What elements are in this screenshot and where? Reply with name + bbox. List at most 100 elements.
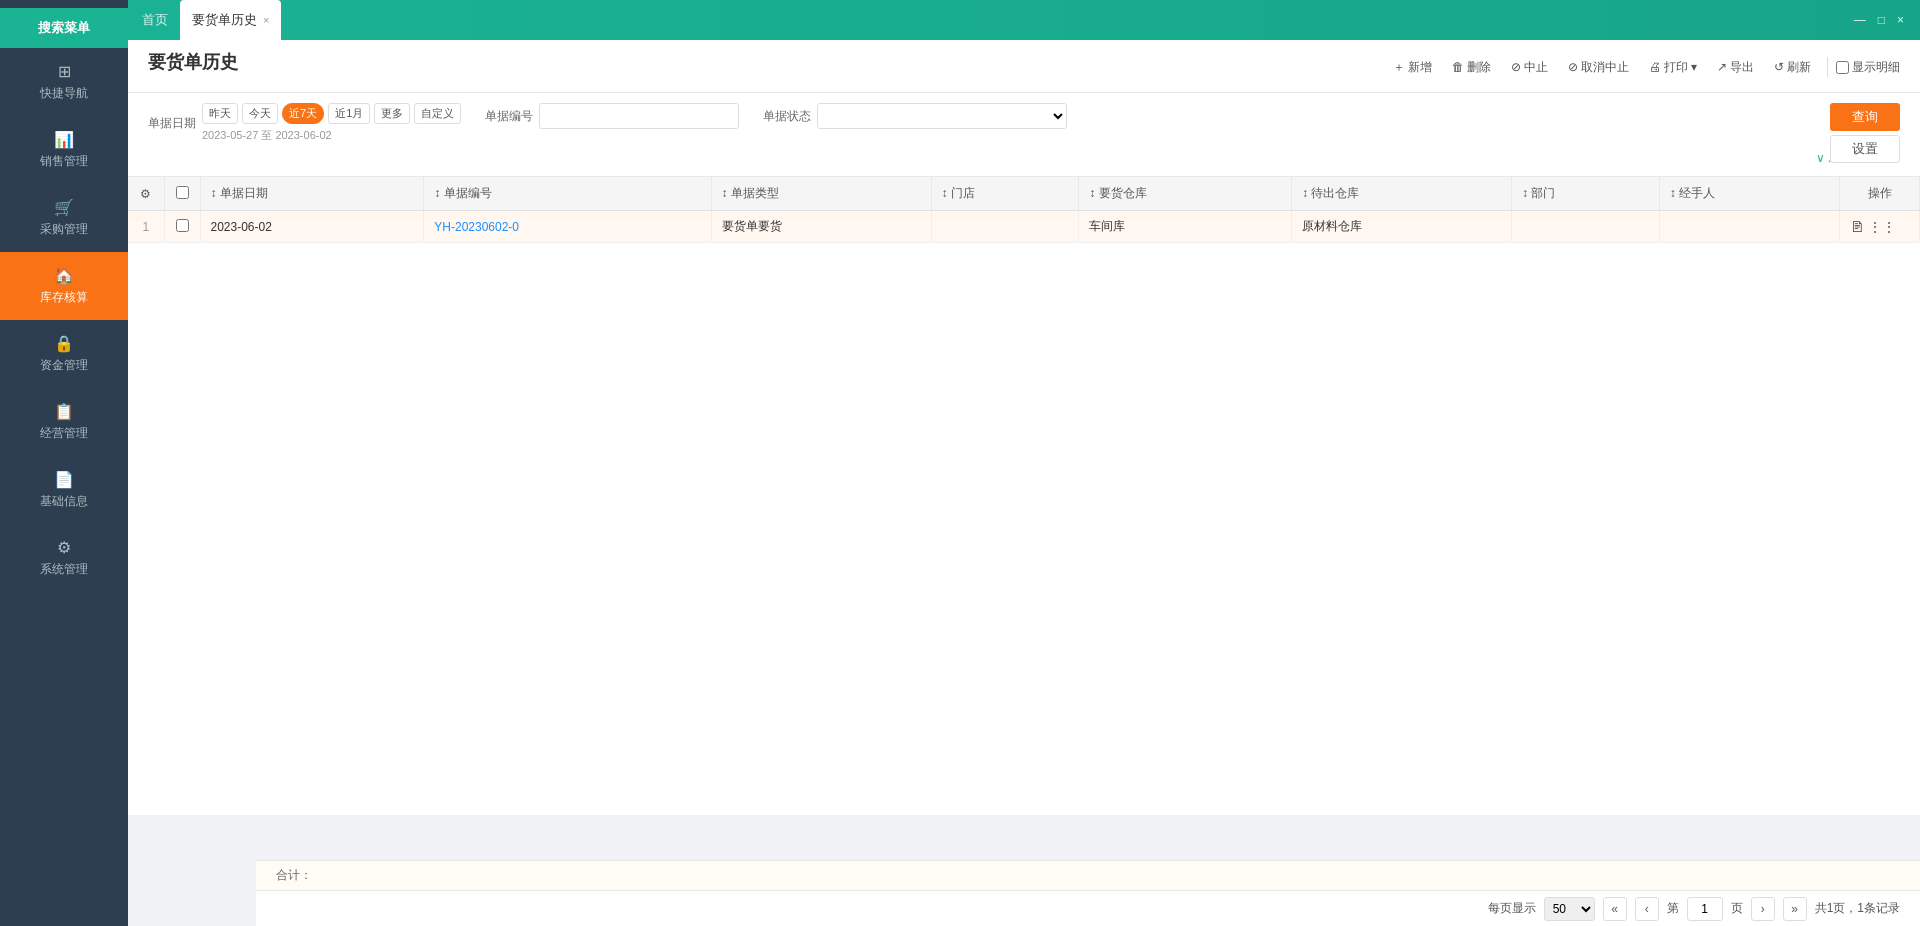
doc-status-filter: 单据状态 [763, 103, 1067, 129]
export-icon: ↗ [1717, 60, 1727, 74]
th-handler[interactable]: ↕ 经手人 [1659, 177, 1839, 211]
doc-status-label: 单据状态 [763, 108, 811, 125]
print-dropdown-icon: ▾ [1691, 60, 1697, 74]
select-all-checkbox[interactable] [176, 186, 189, 199]
tab-home[interactable]: 首页 [130, 0, 180, 40]
delete-button[interactable]: 🗑 删除 [1444, 55, 1499, 80]
sidebar-item-finance[interactable]: 🔒 资金管理 [0, 320, 128, 388]
expand-row: ∨ 展开更多条件 [148, 149, 1900, 166]
sidebar-item-inventory[interactable]: 🏠 库存核算 [0, 252, 128, 320]
delete-label: 删除 [1467, 59, 1491, 76]
tab-requisition-label: 要货单历史 [192, 11, 257, 29]
first-page-button[interactable]: « [1603, 897, 1627, 921]
th-pending-warehouse[interactable]: ↕ 待出仓库 [1292, 177, 1512, 211]
view-icon[interactable]: 🖹 [1850, 219, 1864, 235]
refresh-label: 刷新 [1787, 59, 1811, 76]
th-doc-type[interactable]: ↕ 单据类型 [711, 177, 931, 211]
query-button[interactable]: 查询 [1830, 103, 1900, 131]
tab-requisition-history[interactable]: 要货单历史 × [180, 0, 281, 40]
settings-button[interactable]: 设置 [1830, 135, 1900, 163]
date-btn-custom[interactable]: 自定义 [414, 103, 461, 124]
filter-area: 单据日期 昨天 今天 近7天 近1月 更多 自定义 2023-05-27 至 2… [128, 93, 1920, 177]
th-department[interactable]: ↕ 部门 [1512, 177, 1660, 211]
expand-chevron-icon: ∨ [1816, 151, 1825, 165]
table-container[interactable]: ⚙ ↕ 单据日期 ↕ 单据编号 ↕ 单据类型 ↕ 门店 [128, 177, 1920, 815]
maximize-button[interactable]: □ [1878, 13, 1885, 27]
show-detail-toggle[interactable]: 显示明细 [1836, 59, 1900, 76]
total-label: 合计： [276, 868, 312, 882]
sidebar-item-label: 库存核算 [40, 289, 88, 306]
per-page-select[interactable]: 50 20 100 200 [1544, 897, 1595, 921]
page-header-block: 要货单历史 ＋ 新增 🗑 删除 ⊘ 中止 ⊘ 取消中止 [128, 40, 1920, 93]
sidebar-item-label: 基础信息 [40, 493, 88, 510]
date-btn-1month[interactable]: 近1月 [328, 103, 370, 124]
date-btn-yesterday[interactable]: 昨天 [202, 103, 238, 124]
next-page-button[interactable]: › [1751, 897, 1775, 921]
doc-no-link[interactable]: YH-20230602-0 [434, 220, 519, 234]
sidebar-item-operation[interactable]: 📋 经营管理 [0, 388, 128, 456]
th-checkbox [164, 177, 200, 211]
show-detail-checkbox[interactable] [1836, 61, 1849, 74]
stop-icon: ⊘ [1511, 60, 1521, 74]
sidebar-item-purchase[interactable]: 🛒 采购管理 [0, 184, 128, 252]
export-button[interactable]: ↗ 导出 [1709, 55, 1762, 80]
th-req-warehouse-label: ↕ 要货仓库 [1089, 186, 1146, 200]
cell-doc-type: 要货单要货 [711, 211, 931, 243]
more-ops-icon[interactable]: ⋮⋮ [1868, 219, 1896, 235]
page-of-label: 页 [1731, 900, 1743, 917]
tab-close-icon[interactable]: × [263, 14, 269, 26]
filter-row: 单据日期 昨天 今天 近7天 近1月 更多 自定义 2023-05-27 至 2… [148, 103, 1900, 143]
print-button[interactable]: 🖨 打印 ▾ [1641, 55, 1705, 80]
inventory-icon: 🏠 [54, 266, 74, 285]
last-page-button[interactable]: » [1783, 897, 1807, 921]
sidebar-item-label: 资金管理 [40, 357, 88, 374]
sidebar-item-system[interactable]: ⚙ 系统管理 [0, 524, 128, 592]
total-info: 共1页，1条记录 [1815, 900, 1900, 917]
sidebar-item-label: 销售管理 [40, 153, 88, 170]
search-menu-label: 搜索菜单 [38, 19, 90, 37]
page-label: 第 [1667, 900, 1679, 917]
th-settings[interactable]: ⚙ [128, 177, 164, 211]
cell-index: 1 [128, 211, 164, 243]
page-title: 要货单历史 [148, 50, 238, 74]
cancel-stop-button[interactable]: ⊘ 取消中止 [1560, 55, 1637, 80]
settings-icon[interactable]: ⚙ [140, 187, 151, 201]
sidebar-item-sales[interactable]: 📊 销售管理 [0, 116, 128, 184]
data-table: ⚙ ↕ 单据日期 ↕ 单据编号 ↕ 单据类型 ↕ 门店 [128, 177, 1920, 243]
th-doc-no[interactable]: ↕ 单据编号 [424, 177, 711, 211]
purchase-icon: 🛒 [54, 198, 74, 217]
sidebar-item-label: 快捷导航 [40, 85, 88, 102]
toolbar: ＋ 新增 🗑 删除 ⊘ 中止 ⊘ 取消中止 🖨 打印 [1385, 55, 1900, 80]
new-button[interactable]: ＋ 新增 [1385, 55, 1440, 80]
stop-button[interactable]: ⊘ 中止 [1503, 55, 1556, 80]
row-checkbox[interactable] [176, 219, 189, 232]
sidebar-item-basic[interactable]: 📄 基础信息 [0, 456, 128, 524]
table-row[interactable]: 1 2023-06-02 YH-20230602-0 要货单要货 车间库 原材料… [128, 211, 1920, 243]
th-ops: 操作 [1840, 177, 1920, 211]
doc-no-input[interactable] [539, 103, 739, 129]
cell-store [931, 211, 1079, 243]
th-doc-date[interactable]: ↕ 单据日期 [200, 177, 424, 211]
window-controls: — □ × [1854, 13, 1904, 27]
doc-status-select[interactable] [817, 103, 1067, 129]
sidebar-item-label: 采购管理 [40, 221, 88, 238]
refresh-button[interactable]: ↺ 刷新 [1766, 55, 1819, 80]
th-req-warehouse[interactable]: ↕ 要货仓库 [1079, 177, 1292, 211]
main-content: 要货单历史 ＋ 新增 🗑 删除 ⊘ 中止 ⊘ 取消中止 [128, 40, 1920, 926]
date-btn-7days[interactable]: 近7天 [282, 103, 324, 124]
sidebar: 搜索菜单 ⊞ 快捷导航 📊 销售管理 🛒 采购管理 🏠 库存核算 🔒 资金管理 … [0, 0, 128, 926]
minimize-button[interactable]: — [1854, 13, 1866, 27]
sidebar-item-quick-nav[interactable]: ⊞ 快捷导航 [0, 48, 128, 116]
doc-date-filter: 单据日期 昨天 今天 近7天 近1月 更多 自定义 2023-05-27 至 2… [148, 103, 461, 143]
sidebar-logo[interactable]: 搜索菜单 [0, 8, 128, 48]
doc-date-label: 单据日期 [148, 115, 196, 132]
th-store[interactable]: ↕ 门店 [931, 177, 1079, 211]
date-btn-more[interactable]: 更多 [374, 103, 410, 124]
system-icon: ⚙ [57, 538, 71, 557]
close-button[interactable]: × [1897, 13, 1904, 27]
cell-doc-no[interactable]: YH-20230602-0 [424, 211, 711, 243]
current-page-input[interactable] [1687, 897, 1723, 921]
prev-page-button[interactable]: ‹ [1635, 897, 1659, 921]
cell-checkbox[interactable] [164, 211, 200, 243]
date-btn-today[interactable]: 今天 [242, 103, 278, 124]
